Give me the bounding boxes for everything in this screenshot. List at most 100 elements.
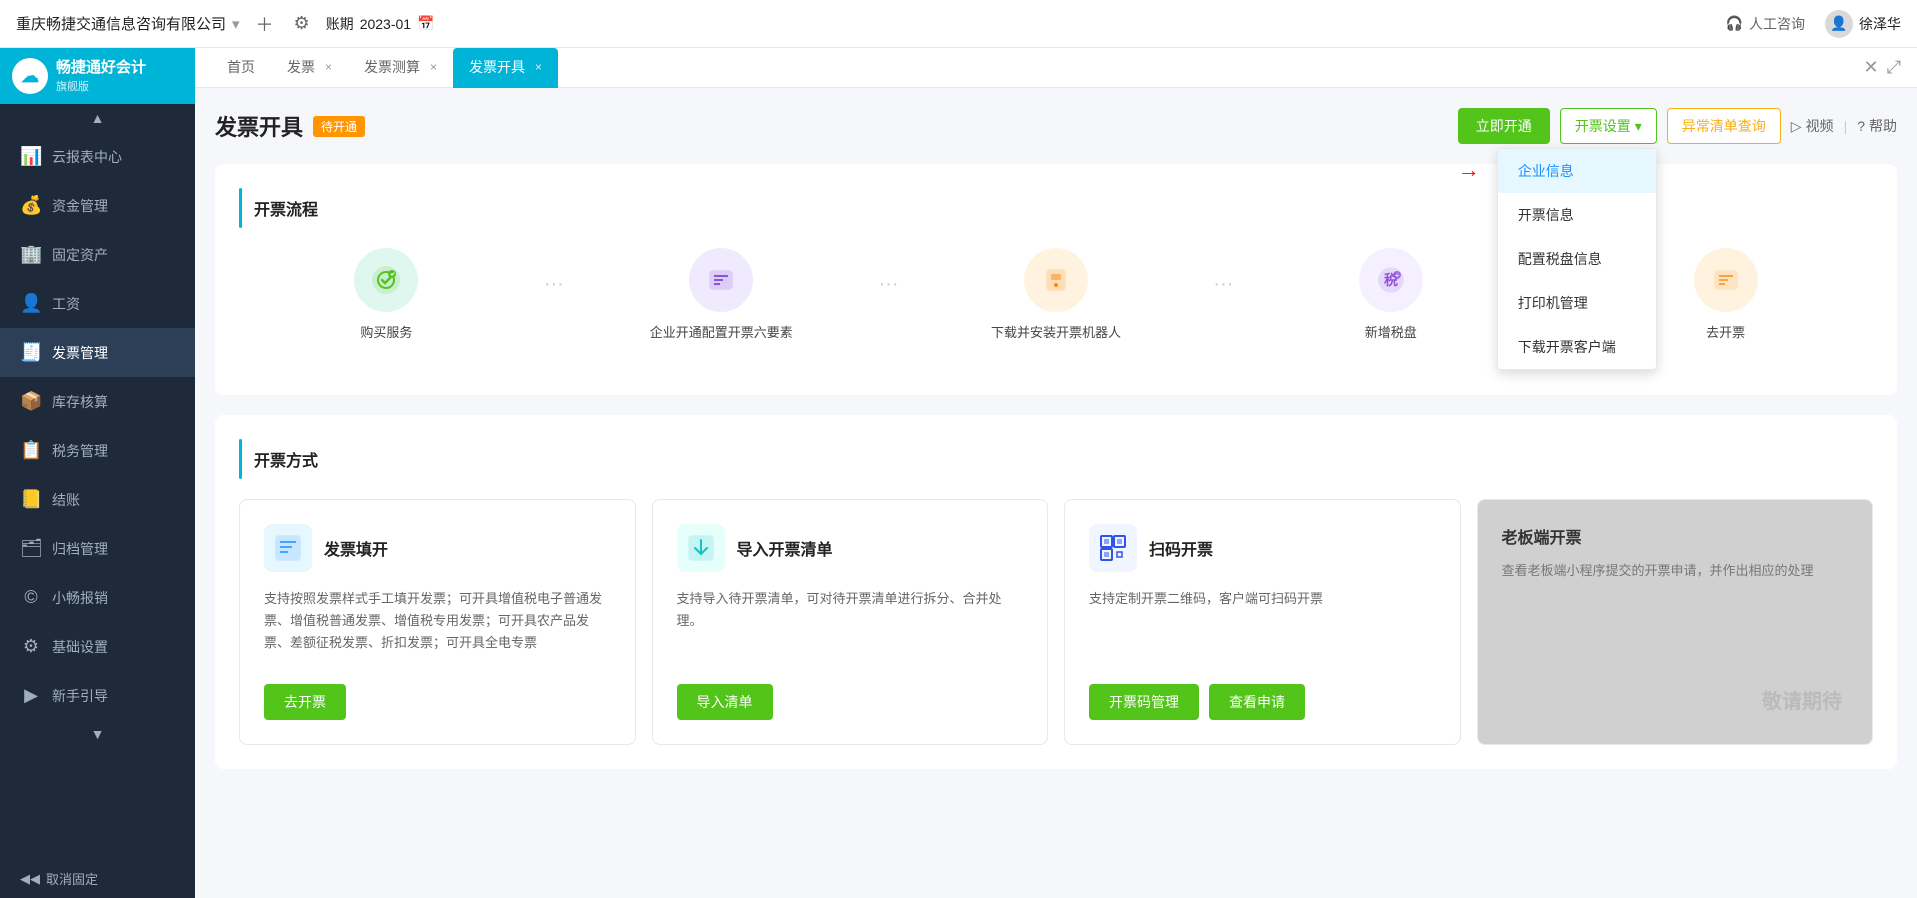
qr-invoice-icon <box>1089 524 1137 572</box>
qr-manage-button[interactable]: 开票码管理 <box>1089 684 1199 720</box>
flow-arrow-1: ··· <box>544 273 564 316</box>
import-invoice-title: 导入开票清单 <box>737 536 833 560</box>
sidebar-item-xiaochang[interactable]: © 小畅报销 <box>0 573 195 622</box>
header-actions: 立即开通 开票设置 ▾ 企业信息 <box>1458 108 1897 144</box>
qr-view-button[interactable]: 查看申请 <box>1209 684 1305 720</box>
sidebar-logo[interactable]: ☁ 畅捷通好会计 旗舰版 <box>0 48 195 104</box>
flow-step-2: 企业开通配置开票六要素 <box>574 248 869 341</box>
flow-step-4: 税+ 新增税盘 <box>1243 248 1538 341</box>
flow-step-1-label: 购买服务 <box>360 322 412 341</box>
dropdown-item-printer[interactable]: 打印机管理 <box>1498 281 1656 325</box>
method-cards: 发票填开 支持按照发票样式手工填开发票；可开具增值税电子普通发票、增值税普通发票… <box>239 499 1873 745</box>
method-card-fill-header: 发票填开 <box>264 524 611 572</box>
content-area: 首页 发票 × 发票测算 × 发票开具 × ✕ ⤢ <box>195 48 1917 898</box>
calendar-icon[interactable]: 📅 <box>417 15 434 32</box>
company-selector[interactable]: 重庆畅捷交通信息咨询有限公司 ▾ <box>16 13 240 34</box>
tab-invoice-issue-label: 发票开具 <box>469 57 525 77</box>
tab-invoice-calc-label: 发票测算 <box>364 57 420 77</box>
tab-home-label: 首页 <box>227 57 255 77</box>
sidebar-item-kucun[interactable]: 📦 库存核算 <box>0 377 195 426</box>
logo-icon: ☁ <box>12 58 48 94</box>
dropdown-item-download-client[interactable]: 下载开票客户端 <box>1498 325 1656 369</box>
headset-icon: 🎧 <box>1726 15 1743 32</box>
flow-step-2-label: 企业开通配置开票六要素 <box>650 322 793 341</box>
fill-invoice-desc: 支持按照发票样式手工填开发票；可开具增值税电子普通发票、增值税普通发票、增值税专… <box>264 588 611 668</box>
page-title: 发票开具 <box>215 110 303 142</box>
sidebar-item-zijin[interactable]: 💰 资金管理 <box>0 181 195 230</box>
logo-sub: 旗舰版 <box>56 78 146 94</box>
tab-close-window[interactable]: ✕ <box>1864 57 1879 78</box>
flow-step-3: 下载并安装开票机器人 <box>909 248 1204 341</box>
sidebar-item-gudingzichan[interactable]: 🏢 固定资产 <box>0 230 195 279</box>
import-invoice-button[interactable]: 导入清单 <box>677 684 773 720</box>
methods-section: 开票方式 发票填开 支持按照发票样式手工填开发票；可开具增值税电子普通发票、增 <box>215 415 1897 769</box>
method-card-import: 导入开票清单 支持导入待开票清单，可对待开票清单进行拆分、合并处理。 导入清单 <box>652 499 1049 745</box>
fill-invoice-button[interactable]: 去开票 <box>264 684 346 720</box>
settings-dropdown-wrapper: 开票设置 ▾ 企业信息 开票信息 <box>1560 108 1657 144</box>
period-label: 账期 <box>326 14 354 34</box>
flow-section-title: 开票流程 <box>254 196 318 220</box>
sidebar-item-fapiao[interactable]: 🧾 发票管理 <box>0 328 195 377</box>
settings-chevron-icon: ▾ <box>1635 118 1642 135</box>
cancel-fixed-button[interactable]: ◀◀ 取消固定 <box>0 859 195 898</box>
boss-card-desc: 查看老板端小程序提交的开票申请，并作出相应的处理 <box>1502 560 1849 582</box>
help-button[interactable]: ? 帮助 <box>1857 116 1897 136</box>
sidebar-scroll-down[interactable]: ▼ <box>0 720 195 748</box>
archive-icon: 🗂 <box>20 538 42 559</box>
tab-invoice-label: 发票 <box>287 57 315 77</box>
sidebar-item-yunbiaobiao[interactable]: 📊 云报表中心 <box>0 132 195 181</box>
period-info: 账期 2023-01 📅 <box>326 14 435 34</box>
sidebar-item-xinshou[interactable]: ▶ 新手引导 <box>0 671 195 720</box>
sidebar-item-shuiwu[interactable]: 📋 税务管理 <box>0 426 195 475</box>
red-arrow-indicator: → <box>1458 157 1480 183</box>
company-dropdown-icon: ▾ <box>232 15 240 33</box>
username: 徐泽华 <box>1859 14 1901 34</box>
tab-maximize[interactable]: ⤢ <box>1887 57 1901 78</box>
cloud-report-icon: 📊 <box>20 146 42 167</box>
qr-invoice-desc: 支持定制开票二维码，客户端可扫码开票 <box>1089 588 1436 668</box>
page-title-wrap: 发票开具 待开通 <box>215 110 365 142</box>
tab-invoice[interactable]: 发票 × <box>271 48 348 88</box>
fill-invoice-title: 发票填开 <box>324 536 388 560</box>
dropdown-item-taxdisk[interactable]: 配置税盘信息 <box>1498 237 1656 281</box>
avatar: 👤 <box>1825 10 1853 38</box>
sidebar-item-jichushezhi[interactable]: ⚙ 基础设置 <box>0 622 195 671</box>
tab-invoice-calc-close[interactable]: × <box>430 60 437 74</box>
status-badge: 待开通 <box>313 116 365 137</box>
exception-list-button[interactable]: 异常清单查询 <box>1667 108 1781 144</box>
settings-icon[interactable]: ⚙ <box>290 9 314 38</box>
sidebar-scroll-up[interactable]: ▲ <box>0 104 195 132</box>
tab-invoice-close[interactable]: × <box>325 60 332 74</box>
sidebar-item-jiezhang[interactable]: 📒 结账 <box>0 475 195 524</box>
sidebar-item-gongzi[interactable]: 👤 工资 <box>0 279 195 328</box>
company-name: 重庆畅捷交通信息咨询有限公司 <box>16 13 226 34</box>
fixed-asset-icon: 🏢 <box>20 244 42 265</box>
dropdown-item-invoice-info[interactable]: 开票信息 <box>1498 193 1656 237</box>
video-button[interactable]: ▷ 视频 <box>1791 116 1834 136</box>
page-content: 发票开具 待开通 立即开通 开票设置 ▾ <box>195 88 1917 898</box>
tab-invoice-issue[interactable]: 发票开具 × <box>453 48 558 88</box>
qr-buttons: 开票码管理 查看申请 <box>1089 684 1436 720</box>
sidebar-item-guidang[interactable]: 🗂 归档管理 <box>0 524 195 573</box>
import-invoice-icon <box>677 524 725 572</box>
flow-step-4-icon: 税+ <box>1359 248 1423 312</box>
tab-invoice-calc[interactable]: 发票测算 × <box>348 48 453 88</box>
tax-icon: 📋 <box>20 440 42 461</box>
base-settings-icon: ⚙ <box>20 636 42 657</box>
method-card-fill: 发票填开 支持按照发票样式手工填开发票；可开具增值税电子普通发票、增值税普通发票… <box>239 499 636 745</box>
flow-step-1: 购买服务 <box>239 248 534 341</box>
pin-icon: ◀◀ <box>20 871 40 887</box>
flow-step-3-label: 下载并安装开票机器人 <box>991 322 1121 341</box>
dropdown-item-enterprise[interactable]: 企业信息 <box>1498 149 1656 193</box>
service-button[interactable]: 🎧 人工咨询 <box>1726 14 1805 34</box>
video-icon: ▷ <box>1791 118 1802 135</box>
activate-button[interactable]: 立即开通 <box>1458 108 1550 144</box>
tab-invoice-issue-close[interactable]: × <box>535 60 542 74</box>
fund-icon: 💰 <box>20 195 42 216</box>
report-icon: © <box>20 587 42 608</box>
add-tab-button[interactable]: ＋ <box>252 7 278 41</box>
tab-home[interactable]: 首页 <box>211 48 271 88</box>
qr-invoice-title: 扫码开票 <box>1149 536 1213 560</box>
user-menu[interactable]: 👤 徐泽华 <box>1825 10 1901 38</box>
invoice-settings-button[interactable]: 开票设置 ▾ <box>1560 108 1657 144</box>
